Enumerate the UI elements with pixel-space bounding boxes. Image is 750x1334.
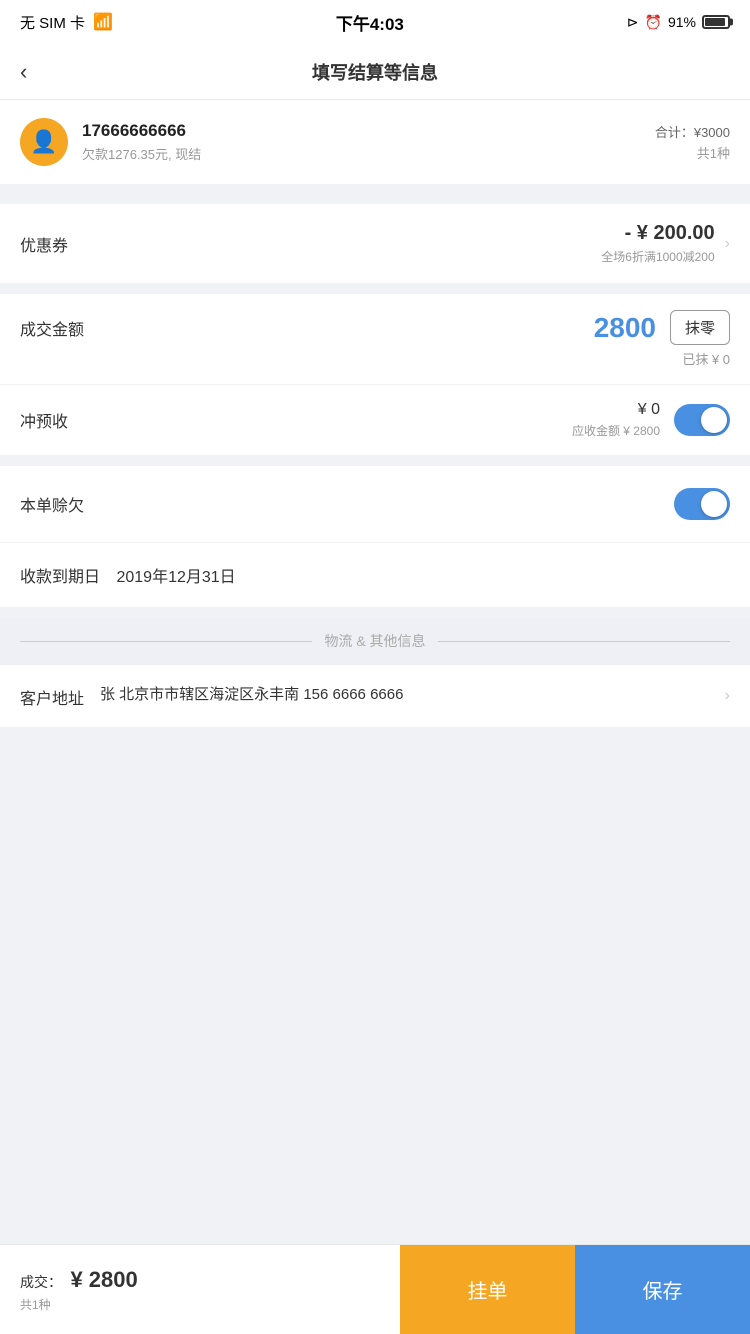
amount-sub: 已抹 ¥ 0 <box>20 349 730 368</box>
bottom-btn-group: 挂单 保存 <box>400 1245 750 1334</box>
carrier-label: 无 SIM 卡 <box>20 12 85 33</box>
debt-toggle[interactable] <box>674 488 730 520</box>
prepay-right: ¥ 0 应收金额 ¥ 2800 <box>572 401 730 439</box>
customer-card: 👤 17666666666 欠款1276.35元, 现结 合计：¥3000 共1… <box>0 100 750 184</box>
bottom-summary: 成交： ¥ 2800 共1种 <box>0 1267 400 1313</box>
time-display: 下午4:03 <box>336 10 404 35</box>
customer-left: 👤 17666666666 欠款1276.35元, 现结 <box>20 118 201 166</box>
status-right: ⊳ ⏰ 91% <box>627 14 730 31</box>
duedate-section: 收款到期日 2019年12月31日 <box>0 542 750 607</box>
section-gap-1 <box>0 194 750 204</box>
duedate-label: 收款到期日 <box>20 569 100 586</box>
coupon-desc: 全场6折满1000减200 <box>601 248 714 265</box>
avatar: 👤 <box>20 118 68 166</box>
bottom-deal-count: 共1种 <box>20 1296 380 1313</box>
section-gap-4 <box>0 607 750 617</box>
debt-section: 本单赊欠 <box>0 466 750 542</box>
bottom-bar: 成交： ¥ 2800 共1种 挂单 保存 <box>0 1244 750 1334</box>
prepay-amount: ¥ 0 <box>572 401 660 419</box>
prepay-label: 冲预收 <box>20 408 68 432</box>
round-zero-button[interactable]: 抹零 <box>670 310 730 345</box>
amount-row: 成交金额 2800 抹零 <box>20 310 730 345</box>
debt-label: 本单赊欠 <box>20 492 84 516</box>
prepay-sub: 应收金额 ¥ 2800 <box>572 422 660 439</box>
main-content: 👤 17666666666 欠款1276.35元, 现结 合计：¥3000 共1… <box>0 100 750 947</box>
logistics-line-right <box>438 641 730 642</box>
status-left: 无 SIM 卡 📶 <box>20 12 113 33</box>
battery-percent: 91% <box>668 14 696 30</box>
pending-button[interactable]: 挂单 <box>400 1245 575 1334</box>
back-button[interactable]: ‹ <box>20 59 27 85</box>
address-content: 张 北京市市辖区海淀区永丰南 156 6666 6666 <box>90 683 725 707</box>
coupon-amount: - ¥ 200.00 <box>601 222 714 245</box>
section-gap-2 <box>0 284 750 294</box>
alarm-icon: ⏰ <box>645 14 662 31</box>
location-icon: ⊳ <box>627 14 639 31</box>
status-bar: 无 SIM 卡 📶 下午4:03 ⊳ ⏰ 91% <box>0 0 750 44</box>
logistics-text: 物流 & 其他信息 <box>324 631 425 651</box>
empty-space <box>0 727 750 847</box>
prepay-toggle[interactable] <box>674 404 730 436</box>
save-button[interactable]: 保存 <box>575 1245 750 1334</box>
toggle-knob <box>701 407 727 433</box>
total-count: 共1种 <box>655 143 730 162</box>
logistics-divider: 物流 & 其他信息 <box>0 617 750 665</box>
prepay-info: ¥ 0 应收金额 ¥ 2800 <box>572 401 660 439</box>
logistics-line-left <box>20 641 312 642</box>
prepay-section: 冲预收 ¥ 0 应收金额 ¥ 2800 <box>0 385 750 456</box>
page-header: ‹ 填写结算等信息 <box>0 44 750 100</box>
total-label: 合计：¥3000 <box>655 122 730 141</box>
customer-subtitle: 欠款1276.35元, 现结 <box>82 144 201 163</box>
customer-right: 合计：¥3000 共1种 <box>655 122 730 162</box>
bottom-deal-label: 成交： <box>20 1274 62 1290</box>
wifi-icon: 📶 <box>93 12 113 32</box>
duedate-value: 2019年12月31日 <box>116 569 235 586</box>
coupon-chevron-icon: › <box>725 235 730 253</box>
address-label: 客户地址 <box>20 685 90 709</box>
coupon-row[interactable]: 优惠券 - ¥ 200.00 全场6折满1000减200 › <box>0 204 750 284</box>
amount-right: 2800 抹零 <box>594 310 730 345</box>
address-chevron-icon: › <box>725 687 730 705</box>
amount-label: 成交金额 <box>20 316 84 340</box>
avatar-icon: 👤 <box>30 129 57 155</box>
battery-icon <box>702 15 730 29</box>
customer-info: 17666666666 欠款1276.35元, 现结 <box>82 121 201 163</box>
debt-toggle-knob <box>701 491 727 517</box>
bottom-deal-amount: ¥ 2800 <box>70 1267 137 1292</box>
customer-phone: 17666666666 <box>82 121 201 141</box>
address-row[interactable]: 客户地址 张 北京市市辖区海淀区永丰南 156 6666 6666 › <box>0 665 750 727</box>
deal-amount-section: 成交金额 2800 抹零 已抹 ¥ 0 <box>0 294 750 385</box>
amount-value: 2800 <box>594 312 656 344</box>
page-title: 填写结算等信息 <box>312 59 438 85</box>
bottom-deal-row: 成交： ¥ 2800 <box>20 1267 380 1293</box>
coupon-right: - ¥ 200.00 全场6折满1000减200 › <box>601 222 730 265</box>
section-gap-3 <box>0 456 750 466</box>
coupon-label: 优惠券 <box>20 232 68 256</box>
